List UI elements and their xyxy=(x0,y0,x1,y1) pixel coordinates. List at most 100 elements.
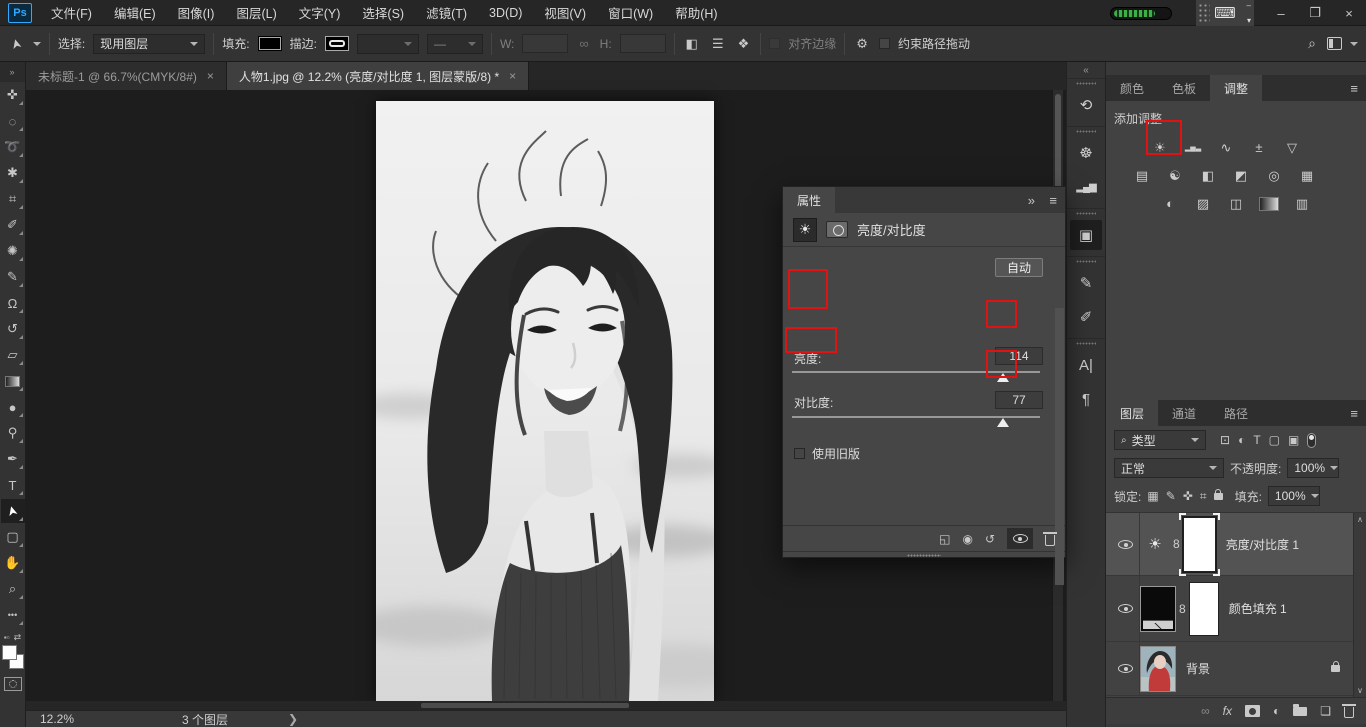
histogram-panel-icon[interactable]: ▂▄▆ xyxy=(1070,172,1102,202)
hand-tool-icon[interactable]: ✋ xyxy=(1,551,25,575)
link-dimensions-icon[interactable]: ∞ xyxy=(576,36,591,51)
lasso-tool-icon[interactable]: ➰ xyxy=(1,135,25,159)
panel-resize-grip[interactable] xyxy=(783,551,1065,558)
use-legacy-checkbox[interactable] xyxy=(794,448,805,459)
path-operations-icon[interactable]: ◧ xyxy=(683,36,701,52)
brush-tool-icon[interactable]: ✎ xyxy=(1,265,25,289)
shape-tool-icon[interactable]: ▢ xyxy=(1,525,25,549)
gradient-tool-icon[interactable] xyxy=(1,369,25,393)
fill-field[interactable]: 100% xyxy=(1268,486,1320,506)
lock-transparent-icon[interactable]: ▦ xyxy=(1147,489,1158,503)
layer-row-brightness-contrast[interactable]: ☀ 8 亮度/对比度 1 xyxy=(1106,513,1366,576)
blend-mode-dropdown[interactable]: 正常 xyxy=(1114,458,1224,478)
panel-menu-icon[interactable]: ≡ xyxy=(1350,406,1358,421)
vibrance-icon[interactable]: ▽ xyxy=(1280,138,1304,157)
black-white-icon[interactable]: ◧ xyxy=(1196,166,1220,185)
layer-name[interactable]: 亮度/对比度 1 xyxy=(1226,536,1299,553)
levels-icon[interactable]: ▂▅▃ xyxy=(1181,138,1205,157)
panel-menu-icon[interactable]: ≡ xyxy=(1049,193,1057,208)
layer-visibility-icon[interactable] xyxy=(1118,604,1133,613)
new-group-icon[interactable] xyxy=(1293,707,1307,716)
zoom-level-field[interactable]: 12.2% xyxy=(26,712,114,726)
magic-wand-tool-icon[interactable]: ✱ xyxy=(1,161,25,185)
layer-mask-thumbnail[interactable] xyxy=(1183,517,1216,572)
stroke-color-swatch[interactable] xyxy=(325,36,349,51)
contrast-slider[interactable] xyxy=(792,414,1040,426)
menu-layer[interactable]: 图层(L) xyxy=(225,0,287,26)
layer-filter-dropdown[interactable]: ⌕类型 xyxy=(1114,430,1206,450)
marquee-tool-icon[interactable]: ◌ xyxy=(1,109,25,133)
fill-color-swatch[interactable] xyxy=(258,36,282,51)
window-close-button[interactable]: × xyxy=(1332,0,1366,26)
width-input[interactable] xyxy=(522,34,568,53)
paragraph-panel-icon[interactable]: ¶ xyxy=(1070,384,1102,414)
path-arrangement-icon[interactable]: ❖ xyxy=(735,36,753,52)
curves-icon[interactable]: ∿ xyxy=(1214,138,1238,157)
color-balance-icon[interactable]: ☯ xyxy=(1163,166,1187,185)
foreground-background-swatches[interactable] xyxy=(2,645,24,669)
stroke-width-dropdown[interactable] xyxy=(357,34,419,54)
tab-channels[interactable]: 通道 xyxy=(1158,400,1210,426)
auto-button[interactable]: 自动 xyxy=(995,258,1043,277)
navigator-panel-icon[interactable]: ☸ xyxy=(1070,138,1102,168)
mask-link-icon[interactable]: 8 xyxy=(1173,537,1180,551)
lock-all-icon[interactable] xyxy=(1214,493,1223,500)
libraries-panel-icon[interactable]: ▣ xyxy=(1070,220,1102,250)
lock-paint-icon[interactable]: ✎ xyxy=(1166,489,1176,503)
select-mode-dropdown[interactable]: 现用图层 xyxy=(93,34,205,54)
path-alignment-icon[interactable]: ☰ xyxy=(709,36,727,52)
new-layer-icon[interactable]: ❏ xyxy=(1320,704,1331,718)
contrast-value-field[interactable]: 77 xyxy=(995,391,1043,409)
constrain-path-checkbox[interactable] xyxy=(879,38,890,49)
new-adjustment-layer-icon[interactable]: ◐ xyxy=(1273,704,1280,718)
history-panel-icon[interactable]: ⟲ xyxy=(1070,90,1102,120)
canvas-horizontal-scrollbar[interactable] xyxy=(26,701,1066,710)
invert-icon[interactable]: ◐ xyxy=(1158,194,1182,213)
pen-tool-icon[interactable]: ✒ xyxy=(1,447,25,471)
view-previous-state-icon[interactable]: ◉ xyxy=(962,532,972,546)
layer-name[interactable]: 颜色填充 1 xyxy=(1229,600,1287,617)
history-brush-tool-icon[interactable]: ↺ xyxy=(1,317,25,341)
search-icon[interactable]: ⌕ xyxy=(1305,35,1319,52)
brush-settings-panel-icon[interactable]: ✎ xyxy=(1070,268,1102,298)
stroke-type-dropdown[interactable]: — xyxy=(427,34,483,54)
filter-adjustment-icon[interactable]: ◐ xyxy=(1238,433,1245,447)
type-tool-icon[interactable]: T xyxy=(1,473,25,497)
panel-collapse-icon[interactable]: » xyxy=(1028,193,1035,208)
layer-row-background[interactable]: 背景 xyxy=(1106,642,1366,696)
quick-mask-icon[interactable] xyxy=(4,677,22,691)
eraser-tool-icon[interactable]: ▱ xyxy=(1,343,25,367)
current-tool-icon[interactable]: ➤ xyxy=(8,36,25,52)
mask-link-icon[interactable]: 8 xyxy=(1179,602,1186,616)
minimize-mini-icon[interactable]: – xyxy=(1247,1,1251,10)
dropdown-mini-icon[interactable]: ▾ xyxy=(1247,16,1251,25)
brushes-panel-icon[interactable]: ✐ xyxy=(1070,302,1102,332)
panel-menu-icon[interactable]: ≡ xyxy=(1350,81,1358,96)
filter-type-icon[interactable]: T xyxy=(1253,433,1260,447)
menu-file[interactable]: 文件(F) xyxy=(40,0,103,26)
workspace-caret-icon[interactable] xyxy=(1350,42,1358,46)
delete-adjustment-icon[interactable] xyxy=(1045,535,1055,546)
selective-color-icon[interactable]: ▥ xyxy=(1290,194,1314,213)
crop-tool-icon[interactable]: ⌗ xyxy=(1,187,25,211)
layer-visibility-icon[interactable] xyxy=(1118,664,1133,673)
scroll-up-icon[interactable]: ∧ xyxy=(1357,515,1363,524)
layer-list-scrollbar[interactable]: ∧ ∨ xyxy=(1353,513,1366,697)
path-selection-tool-icon[interactable]: ➤ xyxy=(1,499,25,523)
tab-properties[interactable]: 属性 xyxy=(783,187,835,213)
zoom-tool-icon[interactable]: ⌕ xyxy=(1,577,25,601)
dodge-tool-icon[interactable]: ⚲ xyxy=(1,421,25,445)
toolbar-collapse-icon[interactable]: » xyxy=(0,62,25,82)
channel-mixer-icon[interactable]: ◎ xyxy=(1262,166,1286,185)
swap-colors-icon[interactable]: ▪▫⇄ xyxy=(4,632,21,643)
layer-effects-icon[interactable]: fx xyxy=(1223,704,1232,718)
close-icon[interactable]: × xyxy=(509,69,516,83)
add-layer-mask-icon[interactable] xyxy=(1245,705,1260,717)
menu-window[interactable]: 窗口(W) xyxy=(597,0,664,26)
contrast-slider-thumb[interactable] xyxy=(997,418,1009,427)
tab-layers[interactable]: 图层 xyxy=(1106,400,1158,426)
threshold-icon[interactable]: ◫ xyxy=(1224,194,1248,213)
hue-saturation-icon[interactable]: ▤ xyxy=(1130,166,1154,185)
close-icon[interactable]: × xyxy=(207,69,214,83)
layer-name[interactable]: 背景 xyxy=(1186,660,1210,677)
